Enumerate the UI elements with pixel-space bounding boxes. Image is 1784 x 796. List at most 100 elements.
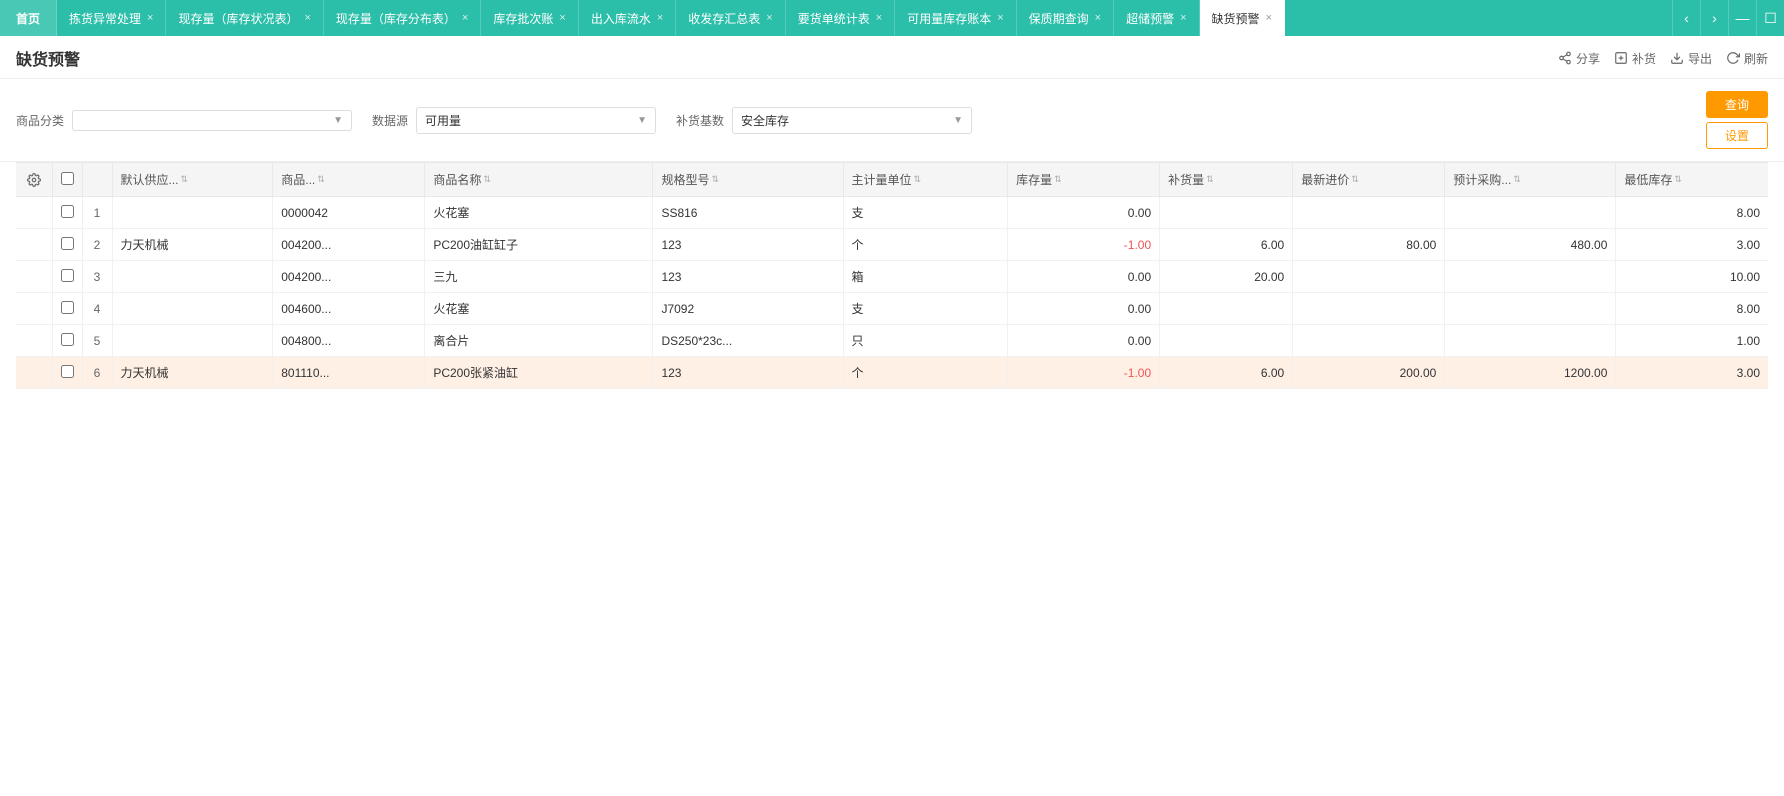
select-all-checkbox[interactable] [61,172,74,185]
category-arrow-icon: ▼ [333,115,343,126]
th-gear[interactable] [16,163,52,197]
tab-11-close[interactable]: × [1266,12,1272,24]
tab-10[interactable]: 超储预警 × [1114,0,1199,36]
td-checkbox-4[interactable] [52,325,82,357]
td-index-1: 2 [82,229,112,261]
table-row: 6 力天机械 801110... PC200张紧油缸 123 个 -1.00 6… [16,357,1768,389]
td-stock-4: 0.00 [1008,325,1160,357]
table-row: 5 004800... 离合片 DS250*23c... 只 0.00 1.00 [16,325,1768,357]
datasource-select[interactable]: 可用量 ▼ [416,107,656,134]
table-row: 1 0000042 火花塞 SS816 支 0.00 8.00 [16,197,1768,229]
th-unit[interactable]: 主计量单位⇅ [843,163,1008,197]
page-title: 缺货预警 [16,46,80,70]
tab-maximize-btn[interactable]: ☐ [1756,0,1784,36]
th-index [82,163,112,197]
td-est-purchase-3 [1445,293,1616,325]
row-checkbox-4[interactable] [61,333,74,346]
datasource-value: 可用量 [425,112,461,129]
td-spec-2: 123 [653,261,843,293]
tab-3[interactable]: 现存量（库存分布表） × [324,0,481,36]
refresh-button[interactable]: 刷新 [1726,50,1768,67]
replenish-button[interactable]: 补货 [1614,50,1656,67]
tab-4[interactable]: 库存批次账 × [481,0,578,36]
tab-2-close[interactable]: × [304,12,310,24]
th-replenish-qty[interactable]: 补货量⇅ [1160,163,1293,197]
tab-5-close[interactable]: × [657,12,663,24]
th-checkbox[interactable] [52,163,82,197]
th-product-name[interactable]: 商品名称⇅ [425,163,653,197]
td-supplier-5: 力天机械 [112,357,273,389]
tab-1-close[interactable]: × [147,12,153,24]
td-stock-2: 0.00 [1008,261,1160,293]
tab-3-close[interactable]: × [462,12,468,24]
td-checkbox-2[interactable] [52,261,82,293]
table-container: 默认供应...⇅ 商品...⇅ 商品名称⇅ 规格型号⇅ 主计量单位⇅ [0,162,1784,405]
export-button[interactable]: 导出 [1670,50,1712,67]
export-icon [1670,51,1684,65]
td-unit-5: 个 [843,357,1008,389]
td-spec-5: 123 [653,357,843,389]
td-checkbox-3[interactable] [52,293,82,325]
tab-9-close[interactable]: × [1095,12,1101,24]
td-name-4: 离合片 [425,325,653,357]
share-button[interactable]: 分享 [1558,50,1600,67]
row-checkbox-5[interactable] [61,365,74,378]
td-checkbox-1[interactable] [52,229,82,261]
th-stock[interactable]: 库存量⇅ [1008,163,1160,197]
category-select[interactable]: ▼ [72,110,352,131]
td-min-stock-5: 3.00 [1616,357,1768,389]
td-name-1: PC200油缸缸子 [425,229,653,261]
td-unit-4: 只 [843,325,1008,357]
td-min-stock-4: 1.00 [1616,325,1768,357]
td-checkbox-0[interactable] [52,197,82,229]
tab-6[interactable]: 收发存汇总表 × [676,0,785,36]
td-est-purchase-4 [1445,325,1616,357]
td-name-2: 三九 [425,261,653,293]
tab-10-close[interactable]: × [1180,12,1186,24]
td-stock-1: -1.00 [1008,229,1160,261]
th-latest-price[interactable]: 最新进价⇅ [1293,163,1445,197]
td-supplier-4 [112,325,273,357]
row-checkbox-2[interactable] [61,269,74,282]
td-gear-4 [16,325,52,357]
td-latest-price-1: 80.00 [1293,229,1445,261]
tab-9[interactable]: 保质期查询 × [1017,0,1114,36]
th-est-purchase[interactable]: 预计采购...⇅ [1445,163,1616,197]
data-table: 默认供应...⇅ 商品...⇅ 商品名称⇅ 规格型号⇅ 主计量单位⇅ [16,162,1768,389]
tab-8-close[interactable]: × [997,12,1003,24]
tab-2[interactable]: 现存量（库存状况表） × [166,0,323,36]
td-code-3: 004600... [273,293,425,325]
datasource-label: 数据源 [372,112,408,129]
td-latest-price-5: 200.00 [1293,357,1445,389]
tab-7[interactable]: 要货单统计表 × [786,0,895,36]
query-button[interactable]: 查询 [1706,91,1768,118]
filter-category-group: 商品分类 ▼ [16,110,352,131]
td-replenish-qty-5: 6.00 [1160,357,1293,389]
tab-4-label: 库存批次账 [493,10,553,27]
tab-8[interactable]: 可用量库存账本 × [895,0,1016,36]
row-checkbox-3[interactable] [61,301,74,314]
tab-home[interactable]: 首页 [0,0,57,36]
row-checkbox-0[interactable] [61,205,74,218]
tab-8-label: 可用量库存账本 [907,10,991,27]
tab-4-close[interactable]: × [559,12,565,24]
th-min-stock[interactable]: 最低库存⇅ [1616,163,1768,197]
tab-prev-btn[interactable]: ‹ [1672,0,1700,36]
th-spec[interactable]: 规格型号⇅ [653,163,843,197]
tab-minimize-btn[interactable]: — [1728,0,1756,36]
tab-1[interactable]: 拣货异常处理 × [57,0,166,36]
row-checkbox-1[interactable] [61,237,74,250]
tab-11[interactable]: 缺货预警 × [1200,0,1285,36]
tab-5[interactable]: 出入库流水 × [579,0,676,36]
td-checkbox-5[interactable] [52,357,82,389]
th-product-code[interactable]: 商品...⇅ [273,163,425,197]
settings-button[interactable]: 设置 [1706,122,1768,149]
th-default-supplier[interactable]: 默认供应...⇅ [112,163,273,197]
tab-7-close[interactable]: × [876,12,882,24]
td-supplier-3 [112,293,273,325]
tab-next-btn[interactable]: › [1700,0,1728,36]
replenish-base-select[interactable]: 安全库存 ▼ [732,107,972,134]
td-unit-0: 支 [843,197,1008,229]
td-est-purchase-5: 1200.00 [1445,357,1616,389]
tab-6-close[interactable]: × [766,12,772,24]
